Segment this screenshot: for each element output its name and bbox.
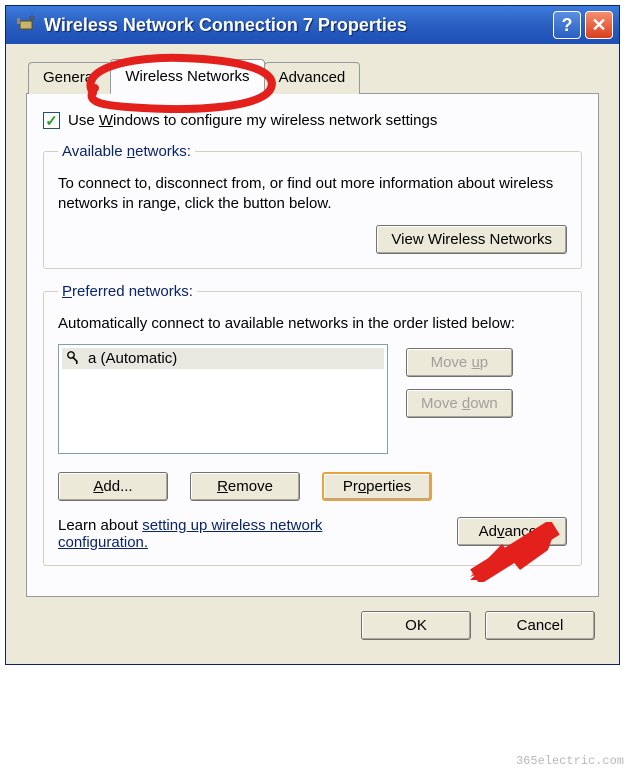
use-windows-checkbox[interactable]: ✓	[43, 112, 60, 129]
list-item-label: a (Automatic)	[88, 350, 177, 367]
wireless-adapter-icon	[16, 15, 36, 35]
remove-button[interactable]: Remove	[190, 472, 300, 501]
learn-about-text: Learn about setting up wireless network …	[58, 517, 378, 551]
available-networks-legend: Available networks:	[58, 143, 195, 160]
preferred-networks-legend: Preferred networks:	[58, 283, 197, 300]
cancel-button[interactable]: Cancel	[485, 611, 595, 640]
key-icon	[66, 350, 82, 366]
properties-button[interactable]: Properties	[322, 472, 432, 501]
tab-wireless-networks[interactable]: Wireless Networks	[110, 59, 264, 94]
move-up-button[interactable]: Move up	[406, 348, 513, 377]
ok-button[interactable]: OK	[361, 611, 471, 640]
properties-window: Wireless Network Connection 7 Properties…	[5, 5, 620, 665]
question-icon: ?	[562, 15, 573, 36]
use-windows-row: ✓ Use Windows to configure my wireless n…	[43, 112, 582, 129]
tab-general[interactable]: General	[28, 62, 111, 94]
tab-advanced[interactable]: Advanced	[264, 62, 361, 94]
preferred-networks-group: Preferred networks: Automatically connec…	[43, 283, 582, 566]
preferred-networks-listbox[interactable]: a (Automatic)	[58, 344, 388, 454]
titlebar-close-button[interactable]: ✕	[585, 11, 613, 39]
checkmark-icon: ✓	[45, 112, 58, 130]
list-item[interactable]: a (Automatic)	[62, 348, 384, 369]
move-down-button[interactable]: Move down	[406, 389, 513, 418]
available-networks-text: To connect to, disconnect from, or find …	[58, 174, 567, 215]
tab-strip: General Wireless Networks Advanced	[28, 62, 599, 94]
view-wireless-networks-button[interactable]: View Wireless Networks	[376, 225, 567, 254]
add-button[interactable]: Add...	[58, 472, 168, 501]
available-networks-group: Available networks: To connect to, disco…	[43, 143, 582, 269]
use-windows-label: Use Windows to configure my wireless net…	[68, 112, 437, 129]
preferred-networks-text: Automatically connect to available netwo…	[58, 314, 567, 334]
window-title: Wireless Network Connection 7 Properties	[44, 15, 549, 36]
watermark: 365electric.com	[516, 754, 624, 768]
dialog-button-row: OK Cancel	[26, 597, 599, 646]
titlebar-help-button[interactable]: ?	[553, 11, 581, 39]
client-area: General Wireless Networks Advanced ✓ Use…	[6, 44, 619, 664]
tab-panel-wireless: ✓ Use Windows to configure my wireless n…	[26, 93, 599, 597]
titlebar: Wireless Network Connection 7 Properties…	[6, 6, 619, 44]
close-icon: ✕	[591, 15, 606, 36]
advanced-button[interactable]: Advanced	[457, 517, 567, 546]
